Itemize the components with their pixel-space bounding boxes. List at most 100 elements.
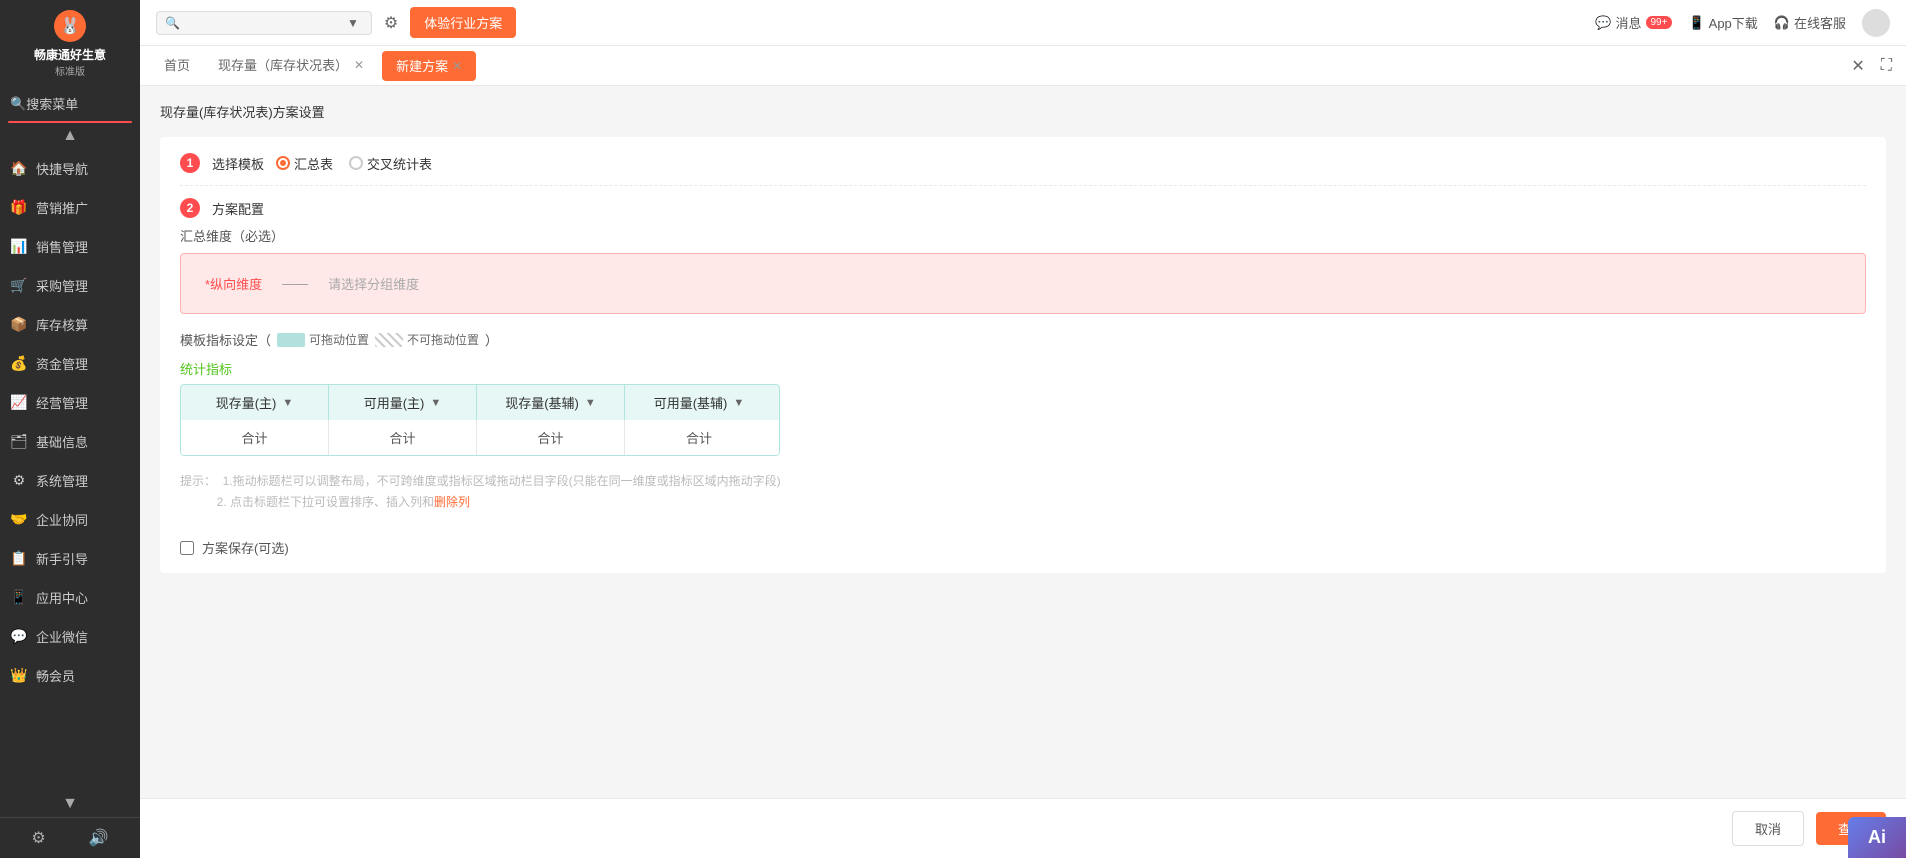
search-icon: 🔍 <box>10 96 26 112</box>
step1-badge: 1 <box>180 153 200 173</box>
tab-inventory-close[interactable]: ✕ <box>354 58 364 72</box>
body-col-3: 合计 <box>477 420 625 455</box>
sidebar-item-basic-info[interactable]: 🗂 基础信息 <box>0 422 140 461</box>
sidebar-item-sales[interactable]: 📊 销售管理 <box>0 227 140 266</box>
stats-label: 统计指标 <box>180 359 1866 378</box>
tab-inventory-status[interactable]: 现存量（库存状况表） ✕ <box>204 46 378 86</box>
save-checkbox[interactable] <box>180 541 194 555</box>
sidebar-item-label: 畅会员 <box>36 666 75 685</box>
tab-expand-btn[interactable]: ⛶ <box>1877 57 1896 75</box>
sidebar-item-member[interactable]: 👑 畅会员 <box>0 656 140 695</box>
tab-new-plan[interactable]: 新建方案 ✕ <box>382 51 476 81</box>
stats-section: 统计指标 现存量(主) ▼ 可用量(主) ▼ <box>180 359 1866 456</box>
sidebar: 🐰 畅康通好生意 标准版 🔍 搜索菜单 ▲ 🏠 快捷导航 🎁 营销推广 📊 销售… <box>0 0 140 858</box>
header-col-2[interactable]: 可用量(主) ▼ <box>329 385 477 420</box>
radio-cross-circle <box>349 156 363 170</box>
col-1-dropdown[interactable]: ▼ <box>282 397 293 409</box>
summary-dimension-section: 汇总维度（必选） *纵向维度 —— 请选择分组维度 <box>180 226 1866 314</box>
sidebar-item-label: 基础信息 <box>36 432 88 451</box>
user-avatar[interactable] <box>1862 9 1890 37</box>
sidebar-item-label: 营销推广 <box>36 198 88 217</box>
sidebar-item-marketing[interactable]: 🎁 营销推广 <box>0 188 140 227</box>
col-4-dropdown[interactable]: ▼ <box>733 397 744 409</box>
tab-inventory-label: 现存量（库存状况表） <box>218 55 348 74</box>
draggable-legend: 可拖动位置 <box>277 331 369 348</box>
main-area: 🔍 ▼ ⚙ 体验行业方案 💬 消息 99+ 📱 App下载 🎧 在线客服 <box>140 0 1906 858</box>
sidebar-item-label: 经营管理 <box>36 393 88 412</box>
step1-row: 1 选择模板 汇总表 交叉统计表 <box>180 153 1866 173</box>
sidebar-item-purchase[interactable]: 🛒 采购管理 <box>0 266 140 305</box>
sidebar-item-app-center[interactable]: 📱 应用中心 <box>0 578 140 617</box>
sidebar-item-enterprise[interactable]: 🤝 企业协同 <box>0 500 140 539</box>
sidebar-item-label: 应用中心 <box>36 588 88 607</box>
sidebar-item-quick-nav[interactable]: 🏠 快捷导航 <box>0 149 140 188</box>
settings-footer-icon[interactable]: ⚙ <box>31 828 45 848</box>
header-col-2-label: 可用量(主) <box>364 393 425 412</box>
radio-summary-circle <box>276 156 290 170</box>
vertical-dimension-label: *纵向维度 <box>205 274 262 293</box>
summary-dimension-label: 汇总维度（必选） <box>180 226 1866 245</box>
header-col-4[interactable]: 可用量(基辅) ▼ <box>625 385 773 420</box>
step1-label: 选择模板 <box>212 154 264 173</box>
message-icon: 💬 <box>1595 15 1611 31</box>
sidebar-item-system[interactable]: ⚙ 系统管理 <box>0 461 140 500</box>
speaker-footer-icon[interactable]: 🔊 <box>89 828 109 848</box>
tab-new-close[interactable]: ✕ <box>452 59 462 73</box>
sidebar-scroll-up[interactable]: ▲ <box>0 123 140 149</box>
indicator-table-header: 现存量(主) ▼ 可用量(主) ▼ 现存量(基辅) ▼ <box>181 385 779 420</box>
sidebar-item-finance[interactable]: 💰 资金管理 <box>0 344 140 383</box>
indicator-settings-row: 模板指标设定（ 可拖动位置 不可拖动位置 ） <box>180 330 1866 349</box>
col-3-dropdown[interactable]: ▼ <box>585 397 596 409</box>
template-radio-group: 汇总表 交叉统计表 <box>276 154 432 173</box>
indicator-table: 现存量(主) ▼ 可用量(主) ▼ 现存量(基辅) ▼ <box>180 384 780 456</box>
step2-badge: 2 <box>180 198 200 218</box>
phone-icon: 📱 <box>1688 15 1704 31</box>
body-col-4: 合计 <box>625 420 773 455</box>
sidebar-scroll-down[interactable]: ▼ <box>0 791 140 817</box>
topbar-dropdown-btn[interactable]: ▼ <box>343 16 363 30</box>
sidebar-search[interactable]: 🔍 搜索菜单 <box>0 86 140 121</box>
sidebar-item-label: 企业协同 <box>36 510 88 529</box>
sidebar-item-guide[interactable]: 📋 新手引导 <box>0 539 140 578</box>
app-download-item[interactable]: 📱 App下载 <box>1688 13 1757 32</box>
indicator-settings-prefix: 模板指标设定（ <box>180 330 271 349</box>
topbar-search-input[interactable] <box>184 16 339 30</box>
col-2-dropdown[interactable]: ▼ <box>430 397 441 409</box>
header-col-1[interactable]: 现存量(主) ▼ <box>181 385 329 420</box>
body-col-2: 合计 <box>329 420 477 455</box>
sidebar-item-operations[interactable]: 📈 经营管理 <box>0 383 140 422</box>
gift-icon: 🎁 <box>10 199 28 217</box>
header-col-4-label: 可用量(基辅) <box>654 393 728 412</box>
online-service-item[interactable]: 🎧 在线客服 <box>1774 13 1846 32</box>
header-col-3[interactable]: 现存量(基辅) ▼ <box>477 385 625 420</box>
topbar-gear-btn[interactable]: ⚙ <box>380 13 402 33</box>
radio-summary[interactable]: 汇总表 <box>276 154 333 173</box>
topbar: 🔍 ▼ ⚙ 体验行业方案 💬 消息 99+ 📱 App下载 🎧 在线客服 <box>140 0 1906 46</box>
handshake-icon: 🤝 <box>10 511 28 529</box>
footer-buttons: 取消 查询 <box>140 798 1906 858</box>
sidebar-item-label: 系统管理 <box>36 471 88 490</box>
tips-highlight: 删除列 <box>434 495 470 509</box>
money-icon: 💰 <box>10 355 28 373</box>
dimension-dash: —— <box>282 276 308 291</box>
step2-row: 2 方案配置 <box>180 198 1866 218</box>
search-icon: 🔍 <box>165 16 180 30</box>
sidebar-item-label: 资金管理 <box>36 354 88 373</box>
experience-btn[interactable]: 体验行业方案 <box>410 7 516 38</box>
tab-home[interactable]: 首页 <box>150 46 204 86</box>
body-col-1: 合计 <box>181 420 329 455</box>
tab-close-btn[interactable]: ✕ <box>1847 56 1868 76</box>
save-row: 方案保存(可选) <box>180 526 1866 557</box>
sidebar-item-inventory[interactable]: 📦 库存核算 <box>0 305 140 344</box>
cancel-button[interactable]: 取消 <box>1732 811 1804 846</box>
sidebar-item-label: 企业微信 <box>36 627 88 646</box>
draggable-legend-label: 可拖动位置 <box>309 331 369 348</box>
sidebar-logo-sub: 标准版 <box>55 63 85 78</box>
header-col-1-label: 现存量(主) <box>216 393 277 412</box>
sidebar-item-wechat[interactable]: 💬 企业微信 <box>0 617 140 656</box>
crown-icon: 👑 <box>10 667 28 685</box>
message-item[interactable]: 💬 消息 99+ <box>1595 13 1672 32</box>
ai-badge[interactable]: Ai <box>1848 817 1906 858</box>
radio-cross[interactable]: 交叉统计表 <box>349 154 432 173</box>
message-label: 消息 <box>1615 13 1641 32</box>
